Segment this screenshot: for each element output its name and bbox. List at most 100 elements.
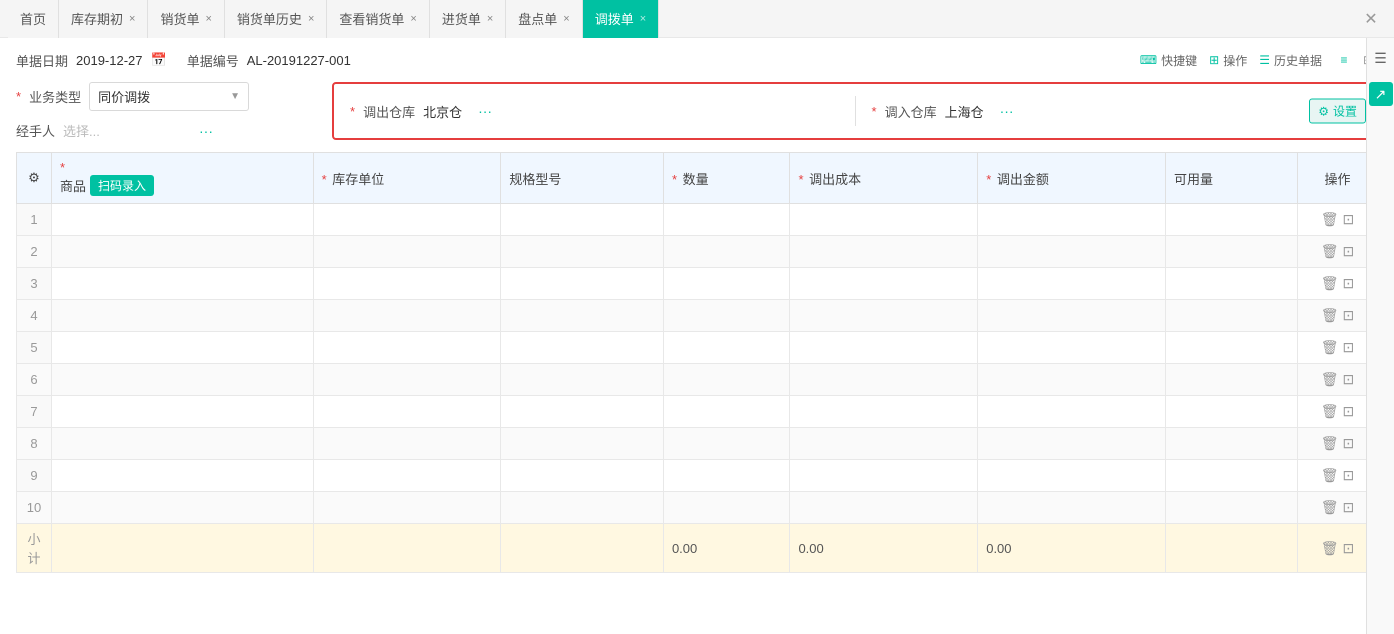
copy-row-button-1[interactable]: ⊡ bbox=[1343, 211, 1355, 227]
tab-sales-order[interactable]: 销货单× bbox=[148, 0, 224, 38]
business-type-select[interactable]: 同价调拨 ▼ bbox=[89, 82, 249, 111]
row-number-7: 7 bbox=[17, 396, 52, 428]
cell-qty-7 bbox=[663, 396, 790, 428]
table-row: 6🗑⊡ bbox=[17, 364, 1378, 396]
row-number-8: 8 bbox=[17, 428, 52, 460]
cell-product-3[interactable] bbox=[52, 268, 314, 300]
cell-product-2[interactable] bbox=[52, 236, 314, 268]
scan-input-button[interactable]: 扫码录入 bbox=[90, 175, 154, 196]
copy-row-button-6[interactable]: ⊡ bbox=[1343, 371, 1355, 387]
tab-close-purchase-order[interactable]: × bbox=[487, 13, 493, 25]
tab-close-sales-order[interactable]: × bbox=[205, 13, 211, 25]
business-type-field: * 业务类型 同价调拨 ▼ bbox=[16, 82, 316, 111]
target-warehouse-more-button[interactable]: ··· bbox=[1000, 103, 1014, 119]
cell-amount-6 bbox=[978, 364, 1166, 396]
tab-inventory-init[interactable]: 库存期初× bbox=[59, 0, 148, 38]
cell-product-4[interactable] bbox=[52, 300, 314, 332]
number-value: AL-20191227-001 bbox=[247, 53, 351, 68]
tab-close-view-sales[interactable]: × bbox=[410, 13, 416, 25]
copy-row-button-4[interactable]: ⊡ bbox=[1343, 307, 1355, 323]
main-content: 单据日期 2019-12-27 📅 单据编号 AL-20191227-001 ⌨… bbox=[0, 38, 1394, 585]
copy-row-button-3[interactable]: ⊡ bbox=[1343, 275, 1355, 291]
delete-row-button-10[interactable]: 🗑 bbox=[1321, 499, 1339, 515]
cell-cost-5 bbox=[790, 332, 978, 364]
tab-close-sales-history[interactable]: × bbox=[308, 13, 314, 25]
operations-icon: ⊞ bbox=[1209, 53, 1219, 67]
source-warehouse-more-button[interactable]: ··· bbox=[478, 103, 492, 119]
copy-row-button-5[interactable]: ⊡ bbox=[1343, 339, 1355, 355]
delete-row-button-2[interactable]: 🗑 bbox=[1321, 243, 1339, 259]
cell-qty-5 bbox=[663, 332, 790, 364]
tab-close-transfer-order[interactable]: × bbox=[640, 13, 646, 25]
cell-product-8[interactable] bbox=[52, 428, 314, 460]
history-btn[interactable]: ☰ 历史单据 bbox=[1259, 52, 1322, 69]
cell-available-3 bbox=[1165, 268, 1297, 300]
cell-product-5[interactable] bbox=[52, 332, 314, 364]
cell-spec-5 bbox=[501, 332, 664, 364]
copy-row-button-7[interactable]: ⊡ bbox=[1343, 403, 1355, 419]
window-close-button[interactable]: ✕ bbox=[1356, 4, 1386, 34]
delete-row-button-7[interactable]: 🗑 bbox=[1321, 403, 1339, 419]
copy-row-button-8[interactable]: ⊡ bbox=[1343, 435, 1355, 451]
th-settings: ⚙ bbox=[17, 153, 52, 204]
tab-close-inventory-count[interactable]: × bbox=[563, 13, 569, 25]
tab-home[interactable]: 首页 bbox=[8, 0, 59, 38]
cell-unit-3 bbox=[313, 268, 501, 300]
cell-qty-9 bbox=[663, 460, 790, 492]
th-qty: 数量 bbox=[663, 153, 790, 204]
th-ops-label: 操作 bbox=[1324, 172, 1350, 187]
cell-product-6[interactable] bbox=[52, 364, 314, 396]
tab-purchase-order[interactable]: 进货单× bbox=[430, 0, 506, 38]
sidebar-export-button[interactable]: ↗ bbox=[1369, 82, 1393, 106]
delete-row-button-8[interactable]: 🗑 bbox=[1321, 435, 1339, 451]
cell-spec-2 bbox=[501, 236, 664, 268]
cell-product-7[interactable] bbox=[52, 396, 314, 428]
cell-spec-8 bbox=[501, 428, 664, 460]
cell-product-1[interactable] bbox=[52, 204, 314, 236]
delete-row-button-6[interactable]: 🗑 bbox=[1321, 371, 1339, 387]
sidebar-list-button[interactable]: ☰ bbox=[1369, 46, 1393, 70]
layout-list-icon[interactable]: ≡ bbox=[1334, 50, 1354, 70]
delete-row-button-5[interactable]: 🗑 bbox=[1321, 339, 1339, 355]
settings-button[interactable]: ⚙ 设置 bbox=[1309, 99, 1366, 124]
cell-available-4 bbox=[1165, 300, 1297, 332]
sidebar-list-icon: ☰ bbox=[1374, 50, 1387, 67]
handler-label: 经手人 bbox=[16, 121, 55, 140]
table-row: 5🗑⊡ bbox=[17, 332, 1378, 364]
delete-row-button-1[interactable]: 🗑 bbox=[1321, 211, 1339, 227]
tab-transfer-order[interactable]: 调拨单 × bbox=[583, 0, 659, 38]
operations-btn[interactable]: ⊞ 操作 bbox=[1209, 52, 1247, 69]
tab-inventory-count[interactable]: 盘点单× bbox=[506, 0, 582, 38]
settings-icon-th[interactable]: ⚙ bbox=[28, 170, 40, 185]
delete-row-button-11[interactable]: 🗑 bbox=[1321, 540, 1339, 556]
tab-view-sales[interactable]: 查看销货单× bbox=[327, 0, 429, 38]
tab-sales-history[interactable]: 销货单历史× bbox=[225, 0, 327, 38]
cell-unit-8 bbox=[313, 428, 501, 460]
delete-row-button-3[interactable]: 🗑 bbox=[1321, 275, 1339, 291]
cell-qty-4 bbox=[663, 300, 790, 332]
cell-qty-1 bbox=[663, 204, 790, 236]
cell-amount-4 bbox=[978, 300, 1166, 332]
cell-amount-10 bbox=[978, 492, 1166, 524]
tab-label-transfer-order: 调拨单 bbox=[595, 9, 634, 28]
cell-product-10[interactable] bbox=[52, 492, 314, 524]
cell-amount-5 bbox=[978, 332, 1166, 364]
th-amount-label: 调出金额 bbox=[997, 172, 1049, 187]
form-left: * 业务类型 同价调拨 ▼ 经手人 选择... ··· bbox=[16, 82, 316, 140]
cell-unit-2 bbox=[313, 236, 501, 268]
copy-row-button-11[interactable]: ⊡ bbox=[1343, 540, 1355, 556]
delete-row-button-9[interactable]: 🗑 bbox=[1321, 467, 1339, 483]
copy-row-button-2[interactable]: ⊡ bbox=[1343, 243, 1355, 259]
copy-row-button-9[interactable]: ⊡ bbox=[1343, 467, 1355, 483]
th-unit: 库存单位 bbox=[313, 153, 501, 204]
cell-unit-4 bbox=[313, 300, 501, 332]
shortcut-btn[interactable]: ⌨ 快捷键 bbox=[1140, 52, 1197, 69]
calendar-icon[interactable]: 📅 bbox=[151, 52, 167, 68]
delete-row-button-4[interactable]: 🗑 bbox=[1321, 307, 1339, 323]
copy-row-button-10[interactable]: ⊡ bbox=[1343, 499, 1355, 515]
handler-more-button[interactable]: ··· bbox=[199, 123, 213, 139]
cell-spec-1 bbox=[501, 204, 664, 236]
cell-product-9[interactable] bbox=[52, 460, 314, 492]
tab-close-inventory-init[interactable]: × bbox=[129, 13, 135, 25]
handler-input[interactable]: 选择... bbox=[63, 121, 183, 140]
